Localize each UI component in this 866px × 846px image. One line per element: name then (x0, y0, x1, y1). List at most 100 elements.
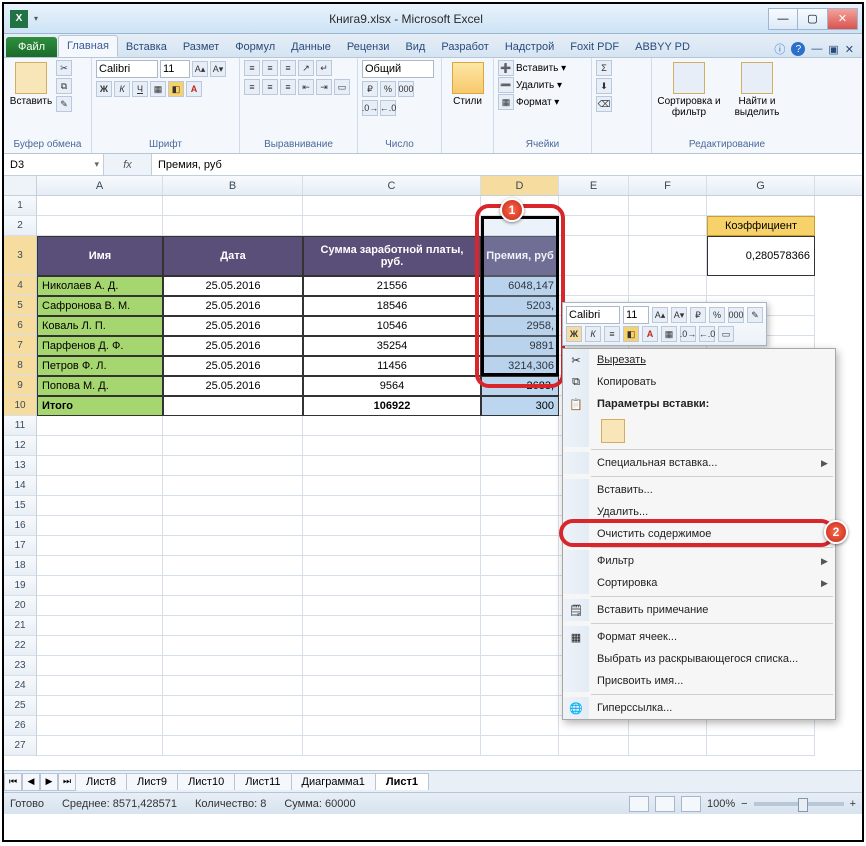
cell[interactable]: 0,280578366 (707, 236, 815, 276)
view-normal-icon[interactable] (629, 796, 649, 812)
currency-icon[interactable]: ₽ (362, 81, 378, 97)
cell[interactable]: 35254 (303, 336, 481, 356)
cell[interactable] (163, 536, 303, 556)
mini-italic-icon[interactable]: К (585, 326, 601, 342)
zoom-in-icon[interactable]: + (850, 798, 856, 810)
cell[interactable] (481, 716, 559, 736)
cell[interactable] (163, 636, 303, 656)
mini-align-icon[interactable]: ≡ (604, 326, 620, 342)
cell[interactable] (37, 536, 163, 556)
sheet-tab-active[interactable]: Лист1 (375, 773, 429, 790)
cell[interactable] (37, 476, 163, 496)
clear-icon[interactable]: ⌫ (596, 96, 612, 112)
cell[interactable]: 2683, (481, 376, 559, 396)
decrease-font-icon[interactable]: A▾ (210, 61, 226, 77)
cell[interactable] (559, 196, 629, 216)
cell[interactable] (163, 716, 303, 736)
cell[interactable] (37, 556, 163, 576)
cell[interactable] (303, 696, 481, 716)
cell[interactable] (481, 696, 559, 716)
cell[interactable] (629, 236, 707, 276)
row-header[interactable]: 9 (4, 376, 37, 396)
cell[interactable]: 25.05.2016 (163, 336, 303, 356)
row-header[interactable]: 3 (4, 236, 37, 276)
align-center-icon[interactable]: ≡ (262, 79, 278, 95)
view-layout-icon[interactable] (655, 796, 675, 812)
ctx-cut[interactable]: ✂Вырезать (563, 349, 835, 371)
cell[interactable] (163, 476, 303, 496)
cell[interactable] (559, 736, 629, 756)
bold-icon[interactable]: Ж (96, 81, 112, 97)
cell[interactable] (37, 216, 163, 236)
cell[interactable]: 25.05.2016 (163, 376, 303, 396)
row-header[interactable]: 5 (4, 296, 37, 316)
cell[interactable] (481, 216, 559, 236)
cell[interactable] (37, 736, 163, 756)
ctx-format-cells[interactable]: ▦Формат ячеек... (563, 626, 835, 648)
cell[interactable] (37, 436, 163, 456)
cell[interactable] (629, 216, 707, 236)
increase-font-icon[interactable]: A▴ (192, 61, 208, 77)
worksheet-grid[interactable]: A B C D E F G 12Коэффициент3ИмяДатаСумма… (4, 176, 862, 770)
cell[interactable] (303, 576, 481, 596)
font-size-combo[interactable]: 11 (160, 60, 190, 78)
cell[interactable] (163, 656, 303, 676)
ctx-define-name[interactable]: Присвоить имя... (563, 670, 835, 692)
cell[interactable] (303, 516, 481, 536)
row-header[interactable]: 16 (4, 516, 37, 536)
cell[interactable] (303, 436, 481, 456)
cell[interactable] (37, 516, 163, 536)
cell[interactable]: Николаев А. Д. (37, 276, 163, 296)
cell[interactable] (37, 496, 163, 516)
cell[interactable] (163, 556, 303, 576)
ctx-sort[interactable]: Сортировка▶ (563, 572, 835, 594)
cell[interactable] (481, 636, 559, 656)
cell[interactable] (163, 596, 303, 616)
row-header[interactable]: 4 (4, 276, 37, 296)
cell[interactable] (163, 516, 303, 536)
row-header[interactable]: 26 (4, 716, 37, 736)
cell[interactable] (481, 676, 559, 696)
cell[interactable] (629, 736, 707, 756)
cell[interactable]: 9564 (303, 376, 481, 396)
ctx-filter[interactable]: Фильтр▶ (563, 550, 835, 572)
cell[interactable] (163, 436, 303, 456)
styles-button[interactable]: Стили (446, 60, 489, 107)
cell[interactable] (559, 216, 629, 236)
col-C[interactable]: C (303, 176, 481, 195)
cell[interactable] (481, 416, 559, 436)
cell[interactable] (481, 536, 559, 556)
cell[interactable]: Коэффициент (707, 216, 815, 236)
cell[interactable] (37, 716, 163, 736)
cell[interactable] (707, 736, 815, 756)
cell[interactable]: 9891 (481, 336, 559, 356)
cell[interactable]: 2958, (481, 316, 559, 336)
cell[interactable] (303, 596, 481, 616)
ctx-delete[interactable]: Удалить... (563, 501, 835, 523)
row-header[interactable]: 15 (4, 496, 37, 516)
row-header[interactable]: 27 (4, 736, 37, 756)
tab-view[interactable]: Вид (397, 37, 433, 57)
cell[interactable]: Итого (37, 396, 163, 416)
cell[interactable] (629, 196, 707, 216)
cell[interactable]: Петров Ф. Л. (37, 356, 163, 376)
row-header[interactable]: 24 (4, 676, 37, 696)
cell[interactable] (481, 656, 559, 676)
mini-percent-icon[interactable]: % (709, 307, 725, 323)
tab-layout[interactable]: Размет (175, 37, 227, 57)
tab-review[interactable]: Рецензи (339, 37, 398, 57)
row-header[interactable]: 21 (4, 616, 37, 636)
cell[interactable]: Премия, руб (481, 236, 559, 276)
cell[interactable] (163, 676, 303, 696)
cell[interactable] (37, 576, 163, 596)
cell[interactable] (559, 276, 629, 296)
tab-addins[interactable]: Надстрой (497, 37, 562, 57)
row-header[interactable]: 7 (4, 336, 37, 356)
ctx-copy[interactable]: ⧉Копировать (563, 371, 835, 393)
cell[interactable] (163, 456, 303, 476)
col-B[interactable]: B (163, 176, 303, 195)
cell[interactable] (481, 616, 559, 636)
cell[interactable]: Сумма заработной платы, руб. (303, 236, 481, 276)
cell[interactable] (303, 656, 481, 676)
select-all-corner[interactable] (4, 176, 37, 195)
